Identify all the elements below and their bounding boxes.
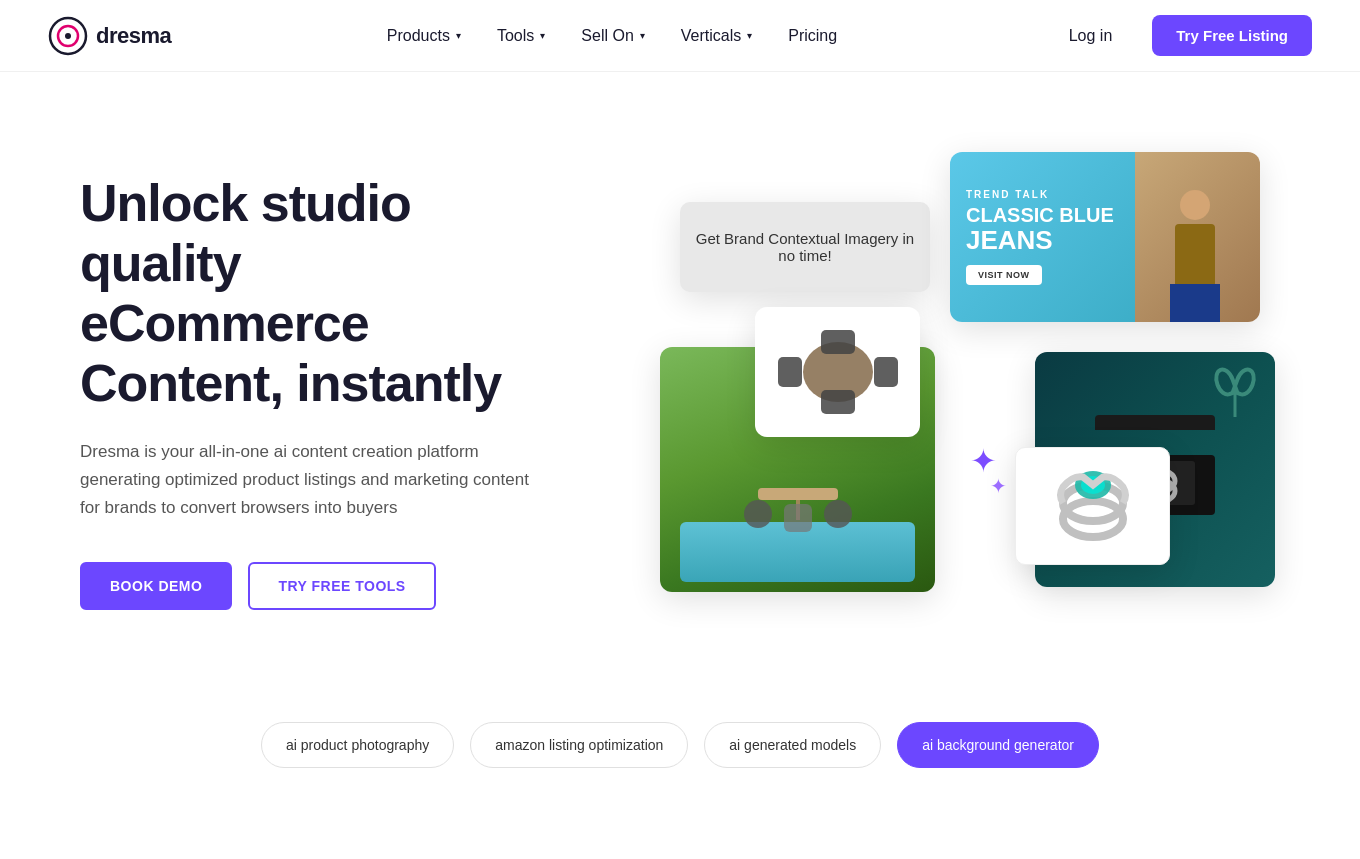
- trend-title-line2: JEANS: [966, 226, 1119, 255]
- logo-link[interactable]: dresma: [48, 16, 171, 56]
- chevron-down-icon: ▾: [456, 30, 461, 41]
- nav-link-products[interactable]: Products ▾: [387, 27, 461, 45]
- nav-item-verticals[interactable]: Verticals ▾: [681, 27, 752, 45]
- tag-ai-generated-models[interactable]: ai generated models: [704, 722, 881, 768]
- chevron-down-icon: ▾: [747, 30, 752, 41]
- book-demo-button[interactable]: BOOK DEMO: [80, 562, 232, 610]
- svg-rect-5: [821, 390, 855, 414]
- ribbon-decoration: [1215, 367, 1255, 427]
- hero-visual: Get Brand Contextual Imagery in no time!…: [660, 152, 1280, 632]
- svg-point-2: [65, 33, 71, 39]
- trend-label: TREND TALK: [966, 189, 1119, 200]
- nav-item-sellon[interactable]: Sell On ▾: [581, 27, 644, 45]
- outdoor-furniture: [744, 488, 852, 532]
- hero-section: Unlock studio quality eCommerce Content,…: [0, 72, 1360, 692]
- logo-icon: [48, 16, 88, 56]
- svg-rect-4: [821, 330, 855, 354]
- logo-text: dresma: [96, 23, 171, 49]
- sparkles-decoration: ✦ ✦: [970, 442, 1007, 498]
- fashion-figure: [1155, 182, 1235, 322]
- trend-talk-card: TREND TALK CLASSIC BLUE JEANS VISIT NOW: [950, 152, 1260, 322]
- brand-contextual-card: Get Brand Contextual Imagery in no time!: [680, 202, 930, 292]
- nav-item-products[interactable]: Products ▾: [387, 27, 461, 45]
- hero-title: Unlock studio quality eCommerce Content,…: [80, 174, 540, 413]
- try-free-tools-button[interactable]: TRY FREE TOOLS: [248, 562, 435, 610]
- fashion-model-area: [1130, 152, 1260, 322]
- trend-text-area: TREND TALK CLASSIC BLUE JEANS VISIT NOW: [950, 152, 1135, 322]
- hero-description: Dresma is your all-in-one ai content cre…: [80, 438, 540, 522]
- furniture-small-card: [755, 307, 920, 437]
- furniture-icon: [773, 322, 903, 422]
- tag-ai-background-generator[interactable]: ai background generator: [897, 722, 1099, 768]
- navbar: dresma Products ▾ Tools ▾ Sell On ▾ Vert…: [0, 0, 1360, 72]
- nav-item-pricing[interactable]: Pricing: [788, 27, 837, 45]
- nav-link-sellon[interactable]: Sell On ▾: [581, 27, 644, 45]
- visit-now-button[interactable]: VISIT NOW: [966, 265, 1042, 285]
- nav-item-tools[interactable]: Tools ▾: [497, 27, 545, 45]
- svg-rect-6: [778, 357, 802, 387]
- sparkle-small: ✦: [990, 474, 1007, 498]
- trend-title-line1: CLASSIC BLUE: [966, 204, 1119, 226]
- nav-links: Products ▾ Tools ▾ Sell On ▾ Verticals ▾: [387, 27, 837, 45]
- brand-contextual-text: Get Brand Contextual Imagery in no time!: [692, 230, 918, 264]
- nav-link-pricing[interactable]: Pricing: [788, 27, 837, 45]
- ring-icon: [1038, 461, 1148, 551]
- tag-amazon-listing[interactable]: amazon listing optimization: [470, 722, 688, 768]
- login-button[interactable]: Log in: [1053, 19, 1129, 53]
- nav-link-tools[interactable]: Tools ▾: [497, 27, 545, 45]
- chevron-down-icon: ▾: [640, 30, 645, 41]
- hero-left: Unlock studio quality eCommerce Content,…: [80, 174, 540, 609]
- nav-link-verticals[interactable]: Verticals ▾: [681, 27, 752, 45]
- tag-ai-product-photography[interactable]: ai product photography: [261, 722, 454, 768]
- try-free-listing-button[interactable]: Try Free Listing: [1152, 15, 1312, 56]
- hero-buttons: BOOK DEMO TRY FREE TOOLS: [80, 562, 540, 610]
- chevron-down-icon: ▾: [540, 30, 545, 41]
- svg-rect-7: [874, 357, 898, 387]
- tags-section: ai product photography amazon listing op…: [0, 692, 1360, 828]
- nav-actions: Log in Try Free Listing: [1053, 15, 1312, 56]
- ring-small-card: [1015, 447, 1170, 565]
